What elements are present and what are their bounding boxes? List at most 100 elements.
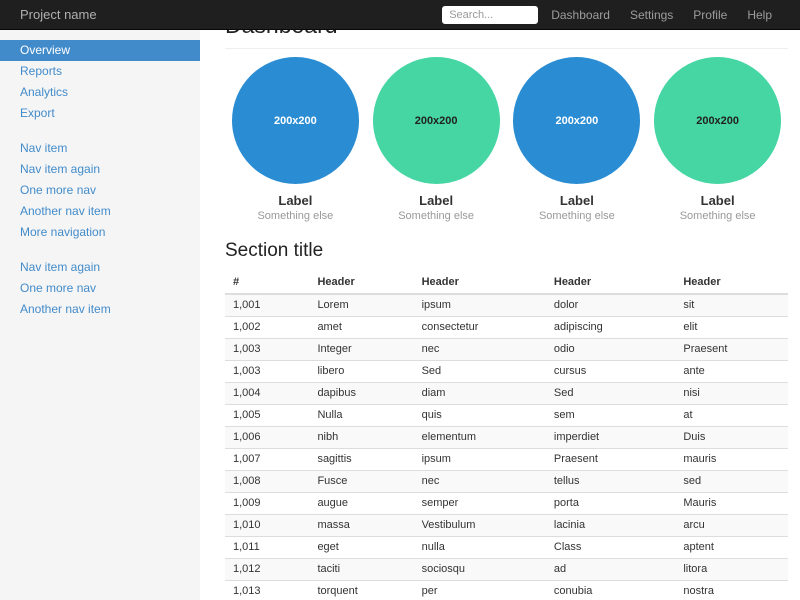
table-cell: litora [675,559,788,581]
placeholder-sublabel: Something else [366,210,507,222]
table-cell: Integer [309,339,413,361]
sidebar-list-item: Reports [0,61,200,82]
brand[interactable]: Project name [20,7,97,22]
table-cell: nostra [675,581,788,600]
table-column-header: Header [414,272,546,294]
table-cell: lacinia [546,515,675,537]
table-column-header: # [225,272,309,294]
table-cell: 1,012 [225,559,309,581]
table-cell: Praesent [546,449,675,471]
sidebar-item-nav-item-again[interactable]: Nav item again [0,257,200,278]
sidebar-list-item: Nav item [0,138,200,159]
sidebar: OverviewReportsAnalyticsExportNav itemNa… [0,30,200,600]
table-cell: 1,001 [225,294,309,317]
table-cell: arcu [675,515,788,537]
table-cell: eget [309,537,413,559]
navbar-link-dashboard[interactable]: Dashboard [541,8,620,22]
table-row: 1,004dapibusdiamSednisi [225,383,788,405]
placeholder-circle-image: 200x200 [373,57,500,184]
placeholder-label: Label [225,193,366,208]
sidebar-item-another-nav-item[interactable]: Another nav item [0,299,200,320]
sidebar-item-nav-item-again[interactable]: Nav item again [0,159,200,180]
navbar-link-help[interactable]: Help [737,8,782,22]
placeholder-label: Label [507,193,648,208]
table-cell: mauris [675,449,788,471]
table-row: 1,012tacitisociosquadlitora [225,559,788,581]
table-row: 1,008Fuscenectellussed [225,471,788,493]
navbar-link-settings[interactable]: Settings [620,8,683,22]
table-column-header: Header [675,272,788,294]
sidebar-item-nav-item[interactable]: Nav item [0,138,200,159]
sidebar-group-2: Nav itemNav item againOne more navAnothe… [0,138,200,243]
table-row: 1,010massaVestibulumlaciniaarcu [225,515,788,537]
table-cell: Praesent [675,339,788,361]
table-cell: elit [675,317,788,339]
sidebar-item-reports[interactable]: Reports [0,61,200,82]
navbar-link-profile[interactable]: Profile [683,8,737,22]
placeholder-circle-image: 200x200 [232,57,359,184]
search-input[interactable] [442,6,538,24]
placeholder-row: 200x200LabelSomething else200x200LabelSo… [225,57,788,222]
placeholder-sublabel: Something else [507,210,648,222]
sidebar-list-item: More navigation [0,222,200,243]
sidebar-list-item: Export [0,103,200,124]
table-cell: conubia [546,581,675,600]
sidebar-item-overview[interactable]: Overview [0,40,200,61]
table-cell: 1,010 [225,515,309,537]
sidebar-item-export[interactable]: Export [0,103,200,124]
table-cell: Class [546,537,675,559]
table-row: 1,007sagittisipsumPraesentmauris [225,449,788,471]
table-cell: taciti [309,559,413,581]
placeholder-cell-2: 200x200 Label Something else [366,57,507,222]
table-cell: 1,002 [225,317,309,339]
sidebar-item-more-navigation[interactable]: More navigation [0,222,200,243]
table-cell: 1,009 [225,493,309,515]
sidebar-group-3: Nav item againOne more navAnother nav it… [0,257,200,320]
table-cell: sed [675,471,788,493]
sidebar-list-item: Overview [0,40,200,61]
table-cell: elementum [414,427,546,449]
sidebar-item-one-more-nav[interactable]: One more nav [0,180,200,201]
table-cell: quis [414,405,546,427]
table-cell: Lorem [309,294,413,317]
table-column-header: Header [309,272,413,294]
sidebar-list-item: Another nav item [0,201,200,222]
table-cell: tellus [546,471,675,493]
placeholder-label: Label [366,193,507,208]
table-cell: Mauris [675,493,788,515]
table-cell: Vestibulum [414,515,546,537]
table-cell: nisi [675,383,788,405]
table-cell: ante [675,361,788,383]
table-cell: nec [414,339,546,361]
table-row: 1,003liberoSedcursusante [225,361,788,383]
table-cell: nulla [414,537,546,559]
table-cell: ad [546,559,675,581]
table-row: 1,013torquentperconubianostra [225,581,788,600]
table-cell: ipsum [414,449,546,471]
table-cell: sociosqu [414,559,546,581]
table-cell: torquent [309,581,413,600]
data-table: #HeaderHeaderHeaderHeader 1,001Loremipsu… [225,272,788,600]
sidebar-list-item: Nav item again [0,159,200,180]
sidebar-list-item: One more nav [0,180,200,201]
sidebar-item-another-nav-item[interactable]: Another nav item [0,201,200,222]
table-cell: sagittis [309,449,413,471]
table-cell: Fusce [309,471,413,493]
table-cell: 1,006 [225,427,309,449]
table-cell: ipsum [414,294,546,317]
table-row: 1,002ametconsecteturadipiscingelit [225,317,788,339]
top-navbar: Project name DashboardSettingsProfileHel… [0,0,800,30]
table-cell: augue [309,493,413,515]
placeholder-cell-3: 200x200LabelSomething else [507,57,648,222]
sidebar-list-item: Another nav item [0,299,200,320]
sidebar-item-analytics[interactable]: Analytics [0,82,200,103]
table-header-row: #HeaderHeaderHeaderHeader [225,272,788,294]
table-cell: 1,003 [225,339,309,361]
table-cell: Duis [675,427,788,449]
table-cell: 1,003 [225,361,309,383]
placeholder-sublabel: Something else [647,210,788,222]
table-cell: libero [309,361,413,383]
sidebar-item-one-more-nav[interactable]: One more nav [0,278,200,299]
table-cell: imperdiet [546,427,675,449]
table-cell: dolor [546,294,675,317]
